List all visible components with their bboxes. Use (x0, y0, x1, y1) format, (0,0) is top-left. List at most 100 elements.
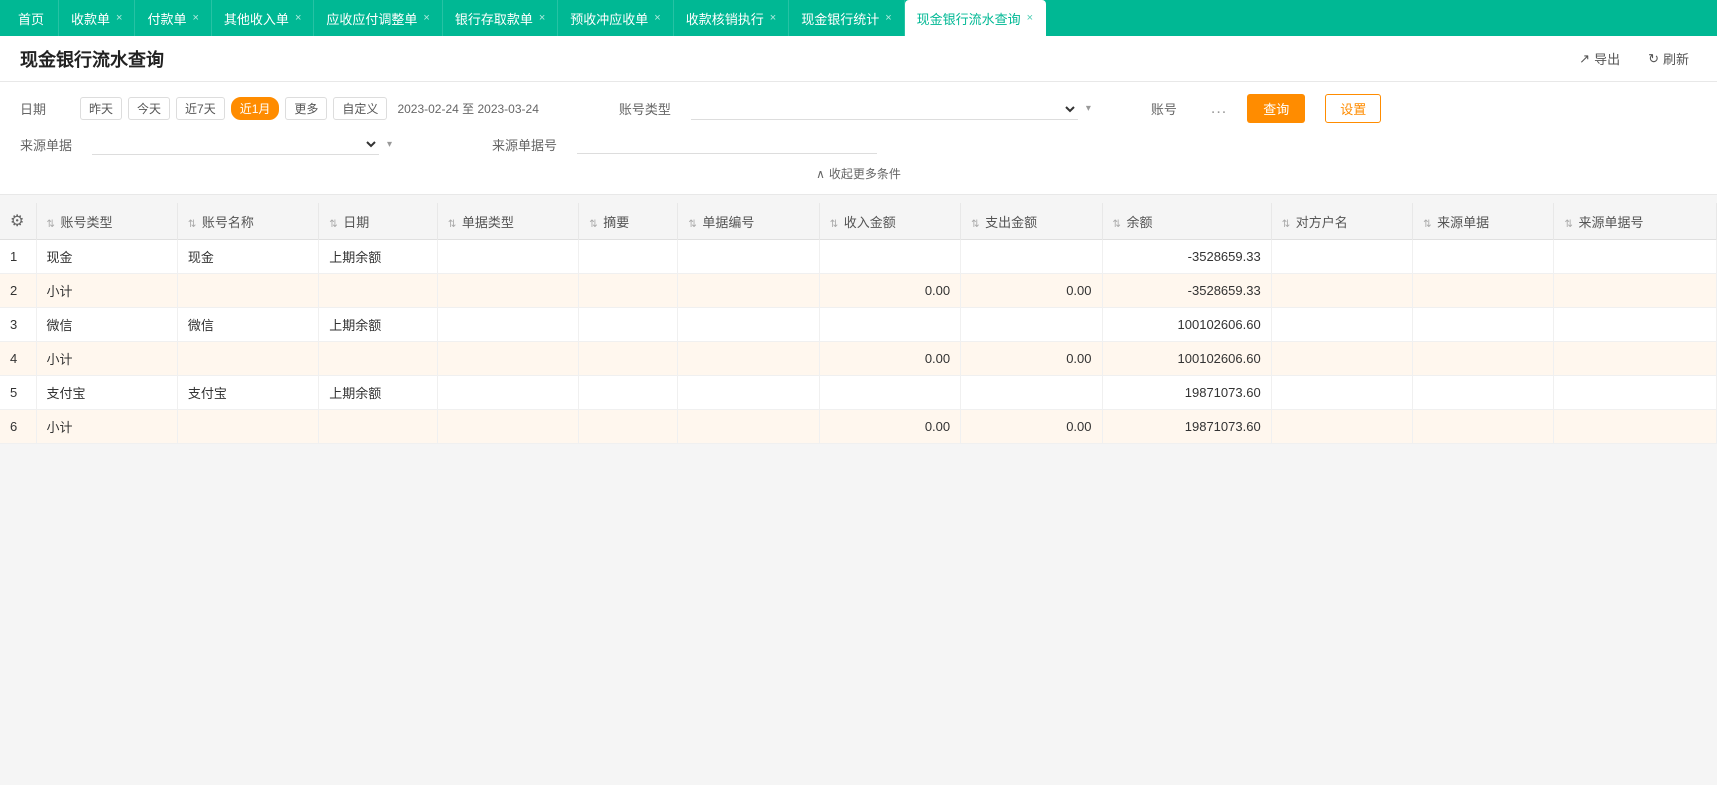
sort-arrows-icon: ⇅ (47, 219, 55, 230)
page-title: 现金银行流水查询 (20, 46, 164, 72)
nav-tab-8[interactable]: 现金银行流水查询 × (905, 0, 1046, 36)
sort-arrows-icon: ⇅ (971, 219, 979, 230)
account-type-label: 账号类型 (619, 99, 671, 118)
col-summary[interactable]: ⇅ 摘要 (579, 203, 678, 240)
close-icon[interactable]: × (885, 12, 891, 24)
row-expense: 0.00 (961, 274, 1102, 308)
close-icon[interactable]: × (539, 12, 545, 24)
col-income[interactable]: ⇅ 收入金额 (819, 203, 960, 240)
sort-arrows-icon: ⇅ (589, 219, 597, 230)
row-no: 3 (0, 308, 36, 342)
row-income (819, 240, 960, 274)
row-account-name: 微信 (177, 308, 318, 342)
col-expense[interactable]: ⇅ 支出金额 (961, 203, 1102, 240)
nav-tab-4[interactable]: 银行存取款单 × (443, 0, 558, 36)
nav-tab-1[interactable]: 付款单 × (135, 0, 211, 36)
row-balance: -3528659.33 (1102, 274, 1271, 308)
row-no: 4 (0, 342, 36, 376)
col-account-type[interactable]: ⇅ 账号类型 (36, 203, 177, 240)
row-doc-type (437, 376, 578, 410)
source-doc-no-input[interactable] (577, 134, 877, 153)
query-button[interactable]: 查询 (1247, 94, 1305, 123)
date-btn-more[interactable]: 更多 (285, 97, 327, 120)
refresh-button[interactable]: ↻ 刷新 (1640, 45, 1697, 72)
row-doc-type (437, 274, 578, 308)
date-btn-yesterday[interactable]: 昨天 (80, 97, 122, 120)
col-counterparty[interactable]: ⇅ 对方户名 (1271, 203, 1412, 240)
collapse-button[interactable]: ∧ 收起更多条件 (816, 165, 901, 182)
col-date[interactable]: ⇅ 日期 (319, 203, 438, 240)
row-counterparty (1271, 308, 1412, 342)
export-icon: ↗ (1579, 51, 1590, 67)
header-actions: ↗ 导出 ↻ 刷新 (1571, 45, 1697, 72)
col-gear[interactable]: ⚙ (0, 203, 36, 240)
row-src-doc (1413, 308, 1554, 342)
date-btn-custom[interactable]: 自定义 (333, 97, 387, 120)
row-doc-type (437, 342, 578, 376)
row-account-name: 现金 (177, 240, 318, 274)
nav-home[interactable]: 首页 (4, 0, 59, 36)
row-account-type: 现金 (36, 240, 177, 274)
setting-button[interactable]: 设置 (1325, 94, 1381, 123)
nav-tab-6[interactable]: 收款核销执行 × (674, 0, 789, 36)
row-account-name (177, 274, 318, 308)
close-icon[interactable]: × (654, 12, 660, 24)
filter-row-2: 来源单据 ▾ 来源单据号 (20, 133, 1697, 155)
nav-tab-2[interactable]: 其他收入单 × (212, 0, 314, 36)
row-income: 0.00 (819, 342, 960, 376)
source-doc-label: 来源单据 (20, 135, 72, 154)
row-summary (579, 410, 678, 444)
close-icon[interactable]: × (192, 12, 198, 24)
date-btn-1month[interactable]: 近1月 (231, 97, 280, 120)
date-btn-7days[interactable]: 近7天 (176, 97, 225, 120)
nav-tab-0[interactable]: 收款单 × (59, 0, 135, 36)
row-expense: 0.00 (961, 342, 1102, 376)
dots-button[interactable]: ... (1211, 100, 1227, 118)
source-doc-select[interactable] (92, 133, 379, 155)
export-button[interactable]: ↗ 导出 (1571, 45, 1628, 72)
row-doc-no (678, 240, 819, 274)
row-date: 上期余额 (319, 308, 438, 342)
row-balance: 19871073.60 (1102, 410, 1271, 444)
close-icon[interactable]: × (1027, 12, 1033, 24)
row-src-doc-no (1554, 308, 1717, 342)
source-doc-select-wrap: ▾ (92, 133, 392, 155)
nav-tab-3[interactable]: 应收应付调整单 × (314, 0, 442, 36)
close-icon[interactable]: × (423, 12, 429, 24)
gear-icon: ⚙ (10, 213, 24, 230)
col-src-doc[interactable]: ⇅ 来源单据 (1413, 203, 1554, 240)
row-doc-no (678, 274, 819, 308)
row-doc-type (437, 410, 578, 444)
nav-tab-7[interactable]: 现金银行统计 × (789, 0, 904, 36)
nav-tab-5[interactable]: 预收冲应收单 × (558, 0, 673, 36)
col-balance[interactable]: ⇅ 余额 (1102, 203, 1271, 240)
source-doc-no-input-wrap (577, 134, 877, 154)
account-type-select[interactable] (691, 98, 1078, 120)
row-income: 0.00 (819, 274, 960, 308)
col-src-doc-no[interactable]: ⇅ 来源单据号 (1554, 203, 1717, 240)
row-no: 6 (0, 410, 36, 444)
table-body: 1 现金 现金 上期余额 -3528659.33 2 小计 0.00 0.00 … (0, 240, 1717, 444)
sort-arrows-icon: ⇅ (1282, 219, 1290, 230)
row-date (319, 410, 438, 444)
row-summary (579, 376, 678, 410)
row-date: 上期余额 (319, 376, 438, 410)
close-icon[interactable]: × (770, 12, 776, 24)
col-account-name[interactable]: ⇅ 账号名称 (177, 203, 318, 240)
row-counterparty (1271, 274, 1412, 308)
sort-arrows-icon: ⇅ (188, 219, 196, 230)
table-row: 3 微信 微信 上期余额 100102606.60 (0, 308, 1717, 342)
close-icon[interactable]: × (116, 12, 122, 24)
col-doc-type[interactable]: ⇅ 单据类型 (437, 203, 578, 240)
row-counterparty (1271, 410, 1412, 444)
source-doc-no-label: 来源单据号 (492, 135, 557, 154)
row-balance: 100102606.60 (1102, 342, 1271, 376)
date-btn-today[interactable]: 今天 (128, 97, 170, 120)
account-label: 账号 (1151, 99, 1191, 118)
row-counterparty (1271, 342, 1412, 376)
col-doc-no[interactable]: ⇅ 单据编号 (678, 203, 819, 240)
table-row: 4 小计 0.00 0.00 100102606.60 (0, 342, 1717, 376)
close-icon[interactable]: × (295, 12, 301, 24)
row-balance: 100102606.60 (1102, 308, 1271, 342)
row-doc-type (437, 240, 578, 274)
